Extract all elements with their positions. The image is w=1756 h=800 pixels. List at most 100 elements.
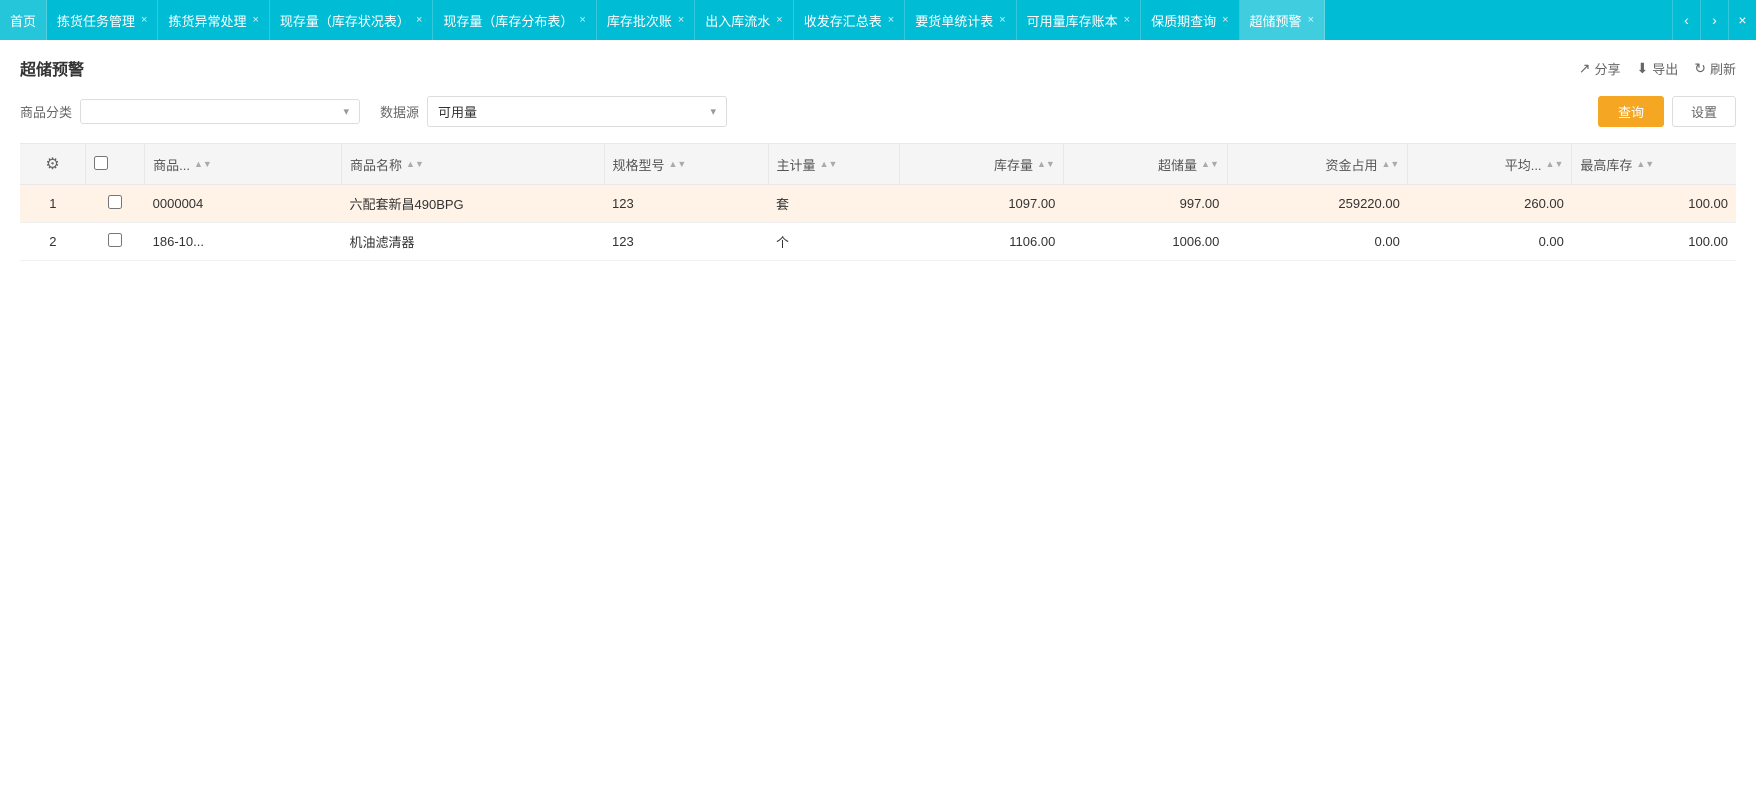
nav-item-11[interactable]: 超储预警 × (1240, 0, 1325, 40)
th-avg: 平均... ▲▼ (1408, 144, 1572, 185)
nav-arrow-right[interactable]: › (1700, 0, 1728, 40)
th-unit: 主计量 ▲▼ (768, 144, 899, 185)
th-name-sort[interactable]: ▲▼ (406, 160, 424, 169)
th-unit-label: 主计量 (777, 155, 816, 174)
nav-bar: 首页 拣货任务管理 × 拣货异常处理 × 现存量（库存状况表） × 现存量（库存… (0, 0, 1756, 40)
nav-item-6[interactable]: 出入库流水 × (695, 0, 793, 40)
nav-label-1: 拣货任务管理 (57, 11, 135, 30)
cell-unit-1: 个 (768, 223, 899, 261)
cell-code-1: 186-10... (145, 223, 342, 261)
nav-close-2[interactable]: × (252, 14, 258, 26)
nav-close-1[interactable]: × (141, 14, 147, 26)
cell-index-0: 1 (20, 185, 86, 223)
select-all-checkbox[interactable] (94, 156, 108, 170)
nav-item-3[interactable]: 现存量（库存状况表） × (270, 0, 433, 40)
category-dropdown-icon: ▾ (343, 105, 349, 118)
th-code: 商品... ▲▼ (145, 144, 342, 185)
cell-checkbox-1 (86, 223, 145, 261)
nav-item-9[interactable]: 可用量库存账本 × (1017, 0, 1141, 40)
category-select[interactable]: ▾ (80, 99, 360, 124)
datasource-filter-group: 数据源 可用量 ▾ (380, 96, 727, 127)
export-label: 导出 (1652, 59, 1678, 78)
share-label: 分享 (1594, 59, 1620, 78)
datasource-select[interactable]: 可用量 ▾ (427, 96, 727, 127)
data-table: ⚙ 商品... ▲▼ 商品名称 ▲▼ (20, 143, 1736, 261)
nav-arrow-more[interactable]: × (1728, 0, 1756, 40)
th-spec-sort[interactable]: ▲▼ (669, 160, 687, 169)
th-unit-sort[interactable]: ▲▼ (820, 160, 838, 169)
th-capital-sort[interactable]: ▲▼ (1382, 160, 1400, 169)
th-code-label: 商品... (153, 155, 190, 174)
query-button[interactable]: 查询 (1598, 96, 1664, 127)
th-maxstock: 最高库存 ▲▼ (1572, 144, 1736, 185)
share-icon: ↗ (1579, 60, 1591, 77)
row-checkbox-0[interactable] (108, 195, 122, 209)
page-header: 超储预警 ↗ 分享 ⬇ 导出 ↻ 刷新 (20, 56, 1736, 80)
share-button[interactable]: ↗ 分享 (1579, 59, 1621, 78)
nav-label-6: 出入库流水 (705, 11, 770, 30)
category-filter-group: 商品分类 ▾ (20, 99, 360, 124)
nav-item-7[interactable]: 收发存汇总表 × (794, 0, 905, 40)
cell-spec-1: 123 (604, 223, 768, 261)
nav-label-7: 收发存汇总表 (804, 11, 882, 30)
refresh-button[interactable]: ↻ 刷新 (1694, 59, 1736, 78)
filter-buttons: 查询 设置 (1598, 96, 1736, 127)
th-maxstock-sort[interactable]: ▲▼ (1636, 160, 1654, 169)
cell-capital-0: 259220.00 (1227, 185, 1407, 223)
filter-bar: 商品分类 ▾ 数据源 可用量 ▾ 查询 设置 (20, 96, 1736, 127)
th-spec-label: 规格型号 (613, 155, 665, 174)
cell-stock-1: 1106.00 (899, 223, 1063, 261)
cell-avg-1: 0.00 (1408, 223, 1572, 261)
th-code-sort[interactable]: ▲▼ (194, 160, 212, 169)
th-avg-label: 平均... (1505, 155, 1542, 174)
nav-item-1[interactable]: 拣货任务管理 × (47, 0, 158, 40)
nav-label-5: 库存批次账 (607, 11, 672, 30)
th-stock-sort[interactable]: ▲▼ (1037, 160, 1055, 169)
th-name: 商品名称 ▲▼ (342, 144, 604, 185)
cell-maxstock-1: 100.00 (1572, 223, 1736, 261)
nav-close-6[interactable]: × (776, 14, 782, 26)
cell-spec-0: 123 (604, 185, 768, 223)
nav-close-9[interactable]: × (1124, 14, 1130, 26)
cell-code-0: 0000004 (145, 185, 342, 223)
nav-item-8[interactable]: 要货单统计表 × (905, 0, 1016, 40)
row-checkbox-1[interactable] (108, 233, 122, 247)
nav-arrows: ‹ › × (1672, 0, 1756, 40)
header-actions: ↗ 分享 ⬇ 导出 ↻ 刷新 (1579, 59, 1736, 78)
th-maxstock-label: 最高库存 (1580, 155, 1632, 174)
page-title: 超储预警 (20, 56, 84, 80)
datasource-dropdown-icon: ▾ (711, 105, 717, 118)
cell-capital-1: 0.00 (1227, 223, 1407, 261)
th-name-label: 商品名称 (350, 155, 402, 174)
nav-close-11[interactable]: × (1308, 14, 1314, 26)
nav-close-5[interactable]: × (678, 14, 684, 26)
nav-label-4: 现存量（库存分布表） (443, 11, 573, 30)
table-row: 2 186-10... 机油滤清器 123 个 1106.00 1006.00 … (20, 223, 1736, 261)
page-content: 超储预警 ↗ 分享 ⬇ 导出 ↻ 刷新 商品分类 ▾ 数据源 (0, 40, 1756, 277)
nav-item-home[interactable]: 首页 (0, 0, 47, 40)
nav-close-8[interactable]: × (999, 14, 1005, 26)
nav-arrow-left[interactable]: ‹ (1672, 0, 1700, 40)
nav-close-3[interactable]: × (416, 14, 422, 26)
cell-over-0: 997.00 (1063, 185, 1227, 223)
table-header-row: ⚙ 商品... ▲▼ 商品名称 ▲▼ (20, 144, 1736, 185)
th-stock: 库存量 ▲▼ (899, 144, 1063, 185)
nav-item-2[interactable]: 拣货异常处理 × (158, 0, 269, 40)
settings-button[interactable]: 设置 (1672, 96, 1736, 127)
nav-close-7[interactable]: × (888, 14, 894, 26)
column-settings-icon[interactable]: ⚙ (28, 154, 77, 174)
nav-label-11: 超储预警 (1250, 11, 1302, 30)
th-spec: 规格型号 ▲▼ (604, 144, 768, 185)
th-over-sort[interactable]: ▲▼ (1201, 160, 1219, 169)
datasource-select-value: 可用量 (438, 102, 710, 121)
nav-label-2: 拣货异常处理 (168, 11, 246, 30)
nav-close-10[interactable]: × (1222, 14, 1228, 26)
export-button[interactable]: ⬇ 导出 (1637, 59, 1679, 78)
nav-item-10[interactable]: 保质期查询 × (1141, 0, 1239, 40)
cell-avg-0: 260.00 (1408, 185, 1572, 223)
datasource-filter-label: 数据源 (380, 102, 419, 121)
th-avg-sort[interactable]: ▲▼ (1546, 160, 1564, 169)
nav-close-4[interactable]: × (579, 14, 585, 26)
nav-item-4[interactable]: 现存量（库存分布表） × (433, 0, 596, 40)
nav-item-5[interactable]: 库存批次账 × (597, 0, 695, 40)
